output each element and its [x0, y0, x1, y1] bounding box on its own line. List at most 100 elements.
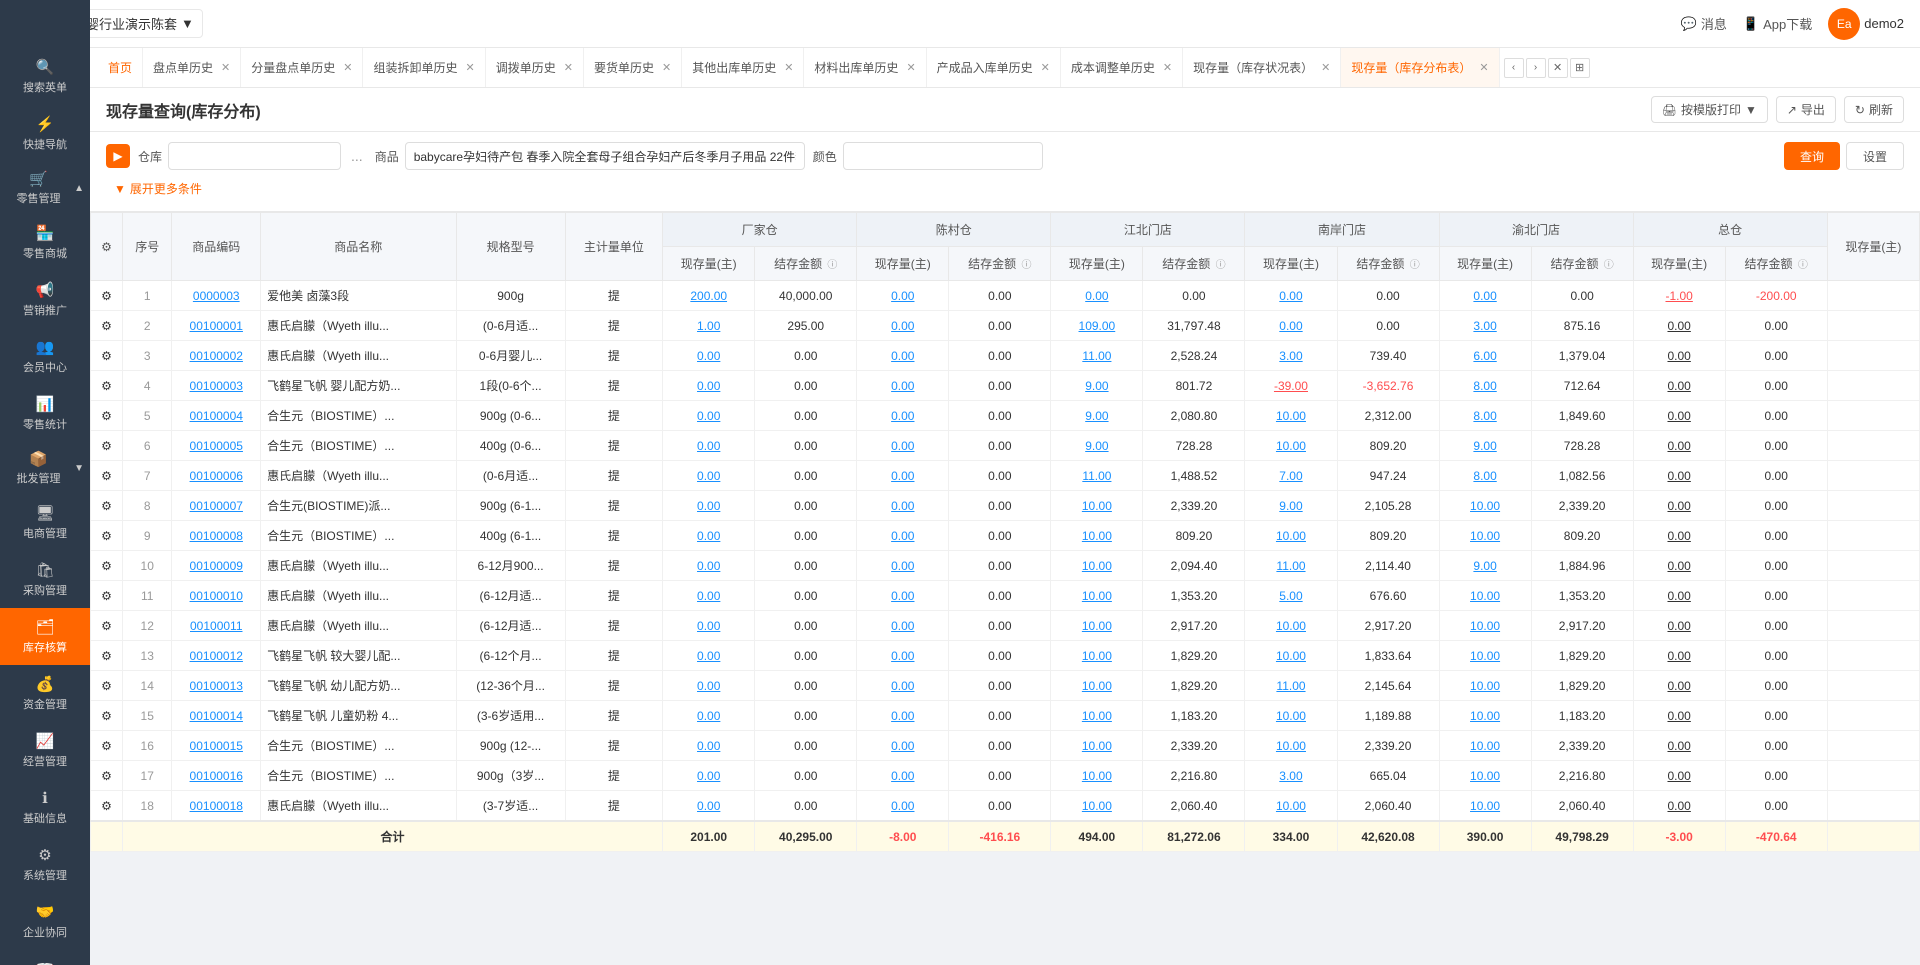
tab-close-icon[interactable]: ✕	[564, 61, 573, 74]
tab-close-icon[interactable]: ✕	[784, 61, 793, 74]
sidebar-item-search[interactable]: 🔍 搜索英单	[0, 48, 90, 105]
row-gear[interactable]: ⚙	[91, 311, 123, 341]
tab-combo-disassemble[interactable]: 组装拆卸单历史 ✕	[363, 48, 485, 88]
row-jiangbei-qty: 0.00	[1051, 281, 1143, 311]
row-jiangbei-qty: 10.00	[1051, 611, 1143, 641]
refresh-button[interactable]: ↻ 刷新	[1844, 96, 1904, 123]
tab-transfer[interactable]: 调拨单历史 ✕	[486, 48, 584, 88]
row-total-qty: 0.00	[1633, 341, 1725, 371]
row-extra-qty	[1827, 281, 1919, 311]
row-gear[interactable]: ⚙	[91, 641, 123, 671]
nav-expand[interactable]: ⊞	[1570, 58, 1590, 78]
row-chen-qty: 0.00	[857, 401, 949, 431]
tab-label: 现存量（库存分布表）	[1351, 59, 1471, 76]
row-code: 00100007	[172, 491, 261, 521]
tab-material-outbound[interactable]: 材料出库单历史 ✕	[804, 48, 926, 88]
sidebar-item-operations[interactable]: 📈 经营管理	[0, 722, 90, 779]
tab-stock-dist[interactable]: 现存量（库存分布表） ✕	[1341, 48, 1499, 88]
row-gear[interactable]: ⚙	[91, 731, 123, 761]
nav-close-all[interactable]: ✕	[1548, 58, 1568, 78]
tab-cost-adjust[interactable]: 成本调整单历史 ✕	[1061, 48, 1183, 88]
setting-button[interactable]: 设置	[1846, 142, 1904, 170]
row-factory-amt: 295.00	[755, 311, 857, 341]
tab-close-icon[interactable]: ✕	[662, 61, 671, 74]
row-gear[interactable]: ⚙	[91, 461, 123, 491]
row-unit: 提	[565, 431, 663, 461]
warehouse-input[interactable]	[168, 142, 341, 170]
row-gear[interactable]: ⚙	[91, 371, 123, 401]
row-gear[interactable]: ⚙	[91, 401, 123, 431]
tab-product-inbound[interactable]: 产成品入库单历史 ✕	[927, 48, 1061, 88]
sidebar-item-member[interactable]: 👥 会员中心	[0, 328, 90, 385]
sidebar-item-retail-stats[interactable]: 📊 零售统计	[0, 385, 90, 442]
row-gear[interactable]: ⚙	[91, 551, 123, 581]
sidebar-item-purchase[interactable]: 🛍 采购管理	[0, 551, 90, 608]
sidebar-item-sys-mgmt[interactable]: ⚙ 系统管理	[0, 836, 90, 893]
row-gear[interactable]: ⚙	[91, 581, 123, 611]
tab-close-icon[interactable]: ✕	[1321, 61, 1330, 74]
row-gear[interactable]: ⚙	[91, 491, 123, 521]
row-gear[interactable]: ⚙	[91, 281, 123, 311]
tab-inventory-single[interactable]: 盘点单历史 ✕	[143, 48, 241, 88]
tab-close-icon[interactable]: ✕	[1479, 61, 1488, 74]
sidebar-item-finance[interactable]: 💰 资金管理	[0, 665, 90, 722]
expand-conditions-btn[interactable]: ▼ 展开更多条件	[106, 176, 210, 201]
tab-close-icon[interactable]: ✕	[221, 61, 230, 74]
table-area[interactable]: ⚙ 序号 商品编码 商品名称 规格型号 主计量单位 厂家仓 陈村仓 江北门店 南…	[90, 212, 1920, 965]
export-button[interactable]: ↗ 导出	[1776, 96, 1836, 123]
row-factory-qty: 0.00	[663, 371, 755, 401]
enterprise-icon: 🤝	[36, 903, 55, 921]
page-title: 现存量查询(库存分布)	[106, 98, 261, 122]
sidebar-item-ecommerce[interactable]: 🖥 电商管理	[0, 494, 90, 551]
print-button[interactable]: 🖨 按模版打印 ▼	[1651, 96, 1768, 123]
user-area[interactable]: Ea demo2	[1828, 8, 1904, 40]
row-gear[interactable]: ⚙	[91, 521, 123, 551]
tab-requisition[interactable]: 要货单历史 ✕	[584, 48, 682, 88]
row-gear[interactable]: ⚙	[91, 701, 123, 731]
row-gear[interactable]: ⚙	[91, 671, 123, 701]
tab-close-icon[interactable]: ✕	[1041, 61, 1050, 74]
row-gear[interactable]: ⚙	[91, 611, 123, 641]
sidebar-item-marketing[interactable]: 📢 营销推广	[0, 271, 90, 328]
row-spec: 6-12月900...	[456, 551, 565, 581]
goods-input[interactable]	[405, 142, 805, 170]
sidebar-item-wholesale[interactable]: 📦 批发管理 ▼	[0, 442, 90, 494]
sidebar-item-enterprise[interactable]: 🤝 企业协同	[0, 893, 90, 950]
tab-close-icon[interactable]: ✕	[906, 61, 915, 74]
tab-home[interactable]: 首页	[98, 48, 143, 88]
color-input[interactable]	[843, 142, 1043, 170]
tab-close-icon[interactable]: ✕	[1163, 61, 1172, 74]
row-idx: 4	[123, 371, 172, 401]
row-gear[interactable]: ⚙	[91, 791, 123, 822]
sidebar-item-inventory[interactable]: 🗂 库存核算	[0, 608, 90, 665]
tab-sub-inventory[interactable]: 分量盘点单历史 ✕	[241, 48, 363, 88]
row-total-qty: 0.00	[1633, 401, 1725, 431]
sidebar-item-base-info[interactable]: ℹ 基础信息	[0, 779, 90, 836]
row-factory-qty: 0.00	[663, 611, 755, 641]
app-download-btn[interactable]: 📱 App下载	[1743, 14, 1812, 33]
tab-close-icon[interactable]: ✕	[343, 61, 352, 74]
row-spec: (6-12个月...	[456, 641, 565, 671]
summary-row: 合计 201.00 40,295.00 -8.00 -416.16 494.00…	[91, 821, 1920, 852]
tab-stock-status[interactable]: 现存量（库存状况表） ✕	[1183, 48, 1341, 88]
tab-other-outbound[interactable]: 其他出库单历史 ✕	[682, 48, 804, 88]
nav-right-arrow[interactable]: ›	[1526, 58, 1546, 78]
collapse-filter-btn[interactable]: ▶	[106, 144, 130, 168]
sidebar-item-retail-mgmt[interactable]: 🛒 零售管理 ▲	[0, 162, 90, 214]
sidebar: 🔍 搜索英单 ⚡ 快捷导航 🛒 零售管理 ▲ 🏪 零售商城 📢 营销推广 👥 会…	[0, 0, 90, 965]
sidebar-item-retail-mall[interactable]: 🏪 零售商城	[0, 214, 90, 271]
warehouse-ellipsis[interactable]: ...	[347, 148, 367, 164]
row-name: 爱他美 卤藻3段	[261, 281, 456, 311]
summary-label: 合计	[123, 821, 663, 852]
sidebar-item-quick-nav[interactable]: ⚡ 快捷导航	[0, 105, 90, 162]
row-idx: 5	[123, 401, 172, 431]
row-factory-qty: 0.00	[663, 731, 755, 761]
nav-left-arrow[interactable]: ‹	[1504, 58, 1524, 78]
row-gear[interactable]: ⚙	[91, 431, 123, 461]
message-btn[interactable]: 💬 消息	[1681, 14, 1727, 33]
tab-close-icon[interactable]: ✕	[466, 61, 475, 74]
row-gear[interactable]: ⚙	[91, 761, 123, 791]
query-button[interactable]: 查询	[1784, 142, 1840, 170]
sidebar-item-new-guide[interactable]: 📖 新手引导	[0, 950, 90, 965]
row-gear[interactable]: ⚙	[91, 341, 123, 371]
